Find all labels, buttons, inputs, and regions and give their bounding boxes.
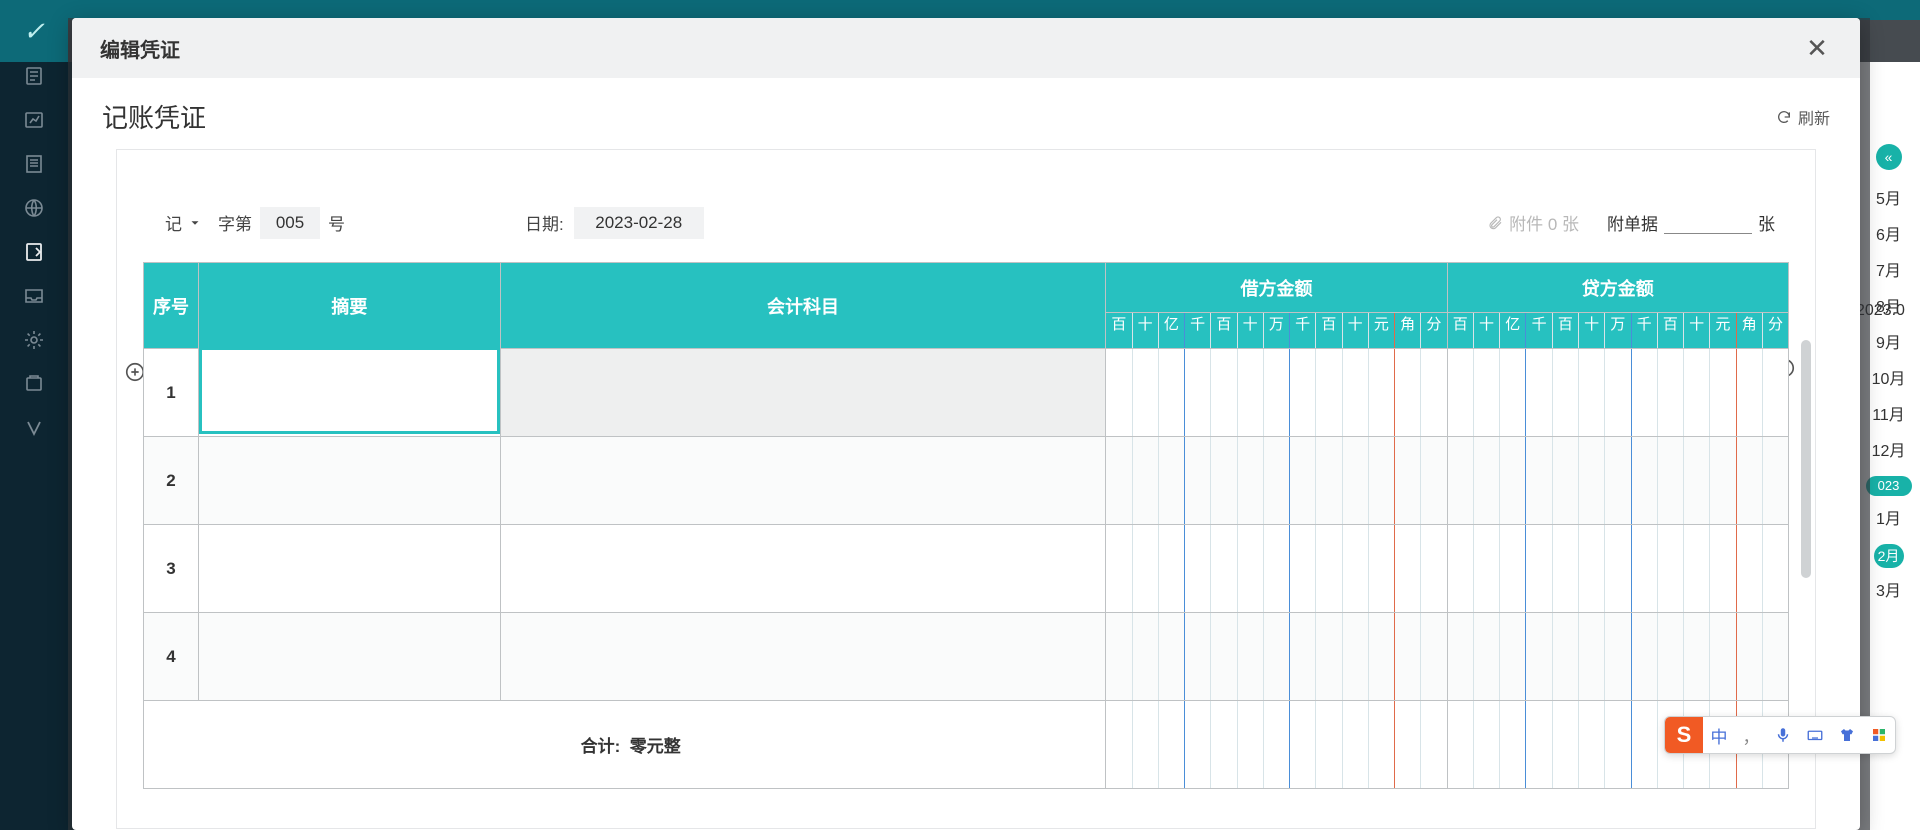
ime-toolbar[interactable]: S 中 ， — [1664, 716, 1896, 754]
ime-mic-icon[interactable] — [1767, 726, 1799, 744]
cell-summary[interactable] — [199, 525, 501, 613]
cell-account[interactable] — [500, 613, 1106, 701]
cell-seq: 4 — [144, 613, 199, 701]
table-row: 4 — [144, 613, 1789, 701]
th-debit-digits: 百十亿千百十万千百十元角分 — [1106, 313, 1447, 349]
cell-seq: 3 — [144, 525, 199, 613]
seq-prefix-label: 字第 — [218, 210, 252, 235]
total-cell: 合计: 零元整 — [144, 701, 1106, 789]
cell-debit[interactable] — [1106, 525, 1447, 613]
cell-debit[interactable] — [1106, 437, 1447, 525]
refresh-button[interactable]: 刷新 — [1776, 105, 1830, 129]
voucher-table: 序号 摘要 会计科目 借方金额 贷方金额 百十亿千百十万千百十元角分 百十亿千百… — [143, 262, 1789, 789]
nav-voucher-icon[interactable] — [22, 240, 46, 264]
nav-receipt-icon[interactable] — [22, 152, 46, 176]
slip-prefix-label: 附单据 — [1607, 210, 1658, 235]
nav-inbox-icon[interactable] — [22, 284, 46, 308]
cell-summary[interactable] — [199, 349, 501, 437]
nav-globe-icon[interactable] — [22, 196, 46, 220]
slip-count-input[interactable] — [1664, 212, 1752, 234]
voucher-card: 记 字第 005 号 日期: 2023-02-28 附件 0 张 — [116, 149, 1816, 829]
th-summary: 摘要 — [199, 263, 501, 349]
cell-account[interactable] — [500, 437, 1106, 525]
date-label: 日期: — [525, 210, 564, 235]
modal-title: 编辑凭证 — [100, 34, 180, 63]
voucher-type-select[interactable]: 记 — [157, 206, 210, 239]
cell-account[interactable] — [500, 349, 1106, 437]
period-year-pill[interactable]: 023 — [1866, 476, 1912, 496]
attachment-button[interactable]: 附件 0 张 — [1487, 210, 1579, 235]
voucher-modal: 编辑凭证 ✕ 记账凭证 刷新 记 字第 005 号 — [72, 18, 1860, 830]
th-seq: 序号 — [144, 263, 199, 349]
voucher-number-input[interactable]: 005 — [260, 207, 320, 239]
th-debit: 借方金额 — [1106, 263, 1447, 313]
cell-debit[interactable] — [1106, 613, 1447, 701]
slip-suffix-label: 张 — [1758, 210, 1775, 235]
total-debit — [1106, 701, 1447, 789]
modal-close-button[interactable]: ✕ — [1802, 33, 1832, 64]
ime-logo-icon: S — [1665, 716, 1703, 754]
table-row: 1 — [144, 349, 1789, 437]
summary-input[interactable] — [199, 347, 500, 434]
cell-credit[interactable] — [1447, 349, 1788, 437]
cell-summary[interactable] — [199, 437, 501, 525]
cell-debit[interactable] — [1106, 349, 1447, 437]
seq-suffix-label: 号 — [328, 210, 345, 235]
refresh-icon — [1776, 109, 1792, 125]
th-credit-digits: 百十亿千百十万千百十元角分 — [1447, 313, 1788, 349]
app-logo: ✓ — [0, 0, 68, 62]
nav-book-icon[interactable] — [22, 64, 46, 88]
doc-title: 记账凭证 — [102, 98, 206, 135]
ime-toolbox-icon[interactable] — [1863, 726, 1895, 744]
paperclip-icon — [1487, 215, 1503, 231]
attachment-label: 附件 0 张 — [1509, 210, 1579, 235]
caret-down-icon — [188, 216, 202, 230]
nav-v-icon[interactable] — [22, 416, 46, 440]
cell-account[interactable] — [500, 525, 1106, 613]
ime-skin-icon[interactable] — [1831, 726, 1863, 744]
modal-header: 编辑凭证 ✕ — [72, 18, 1860, 78]
ime-punct-button[interactable]: ， — [1735, 723, 1767, 748]
th-credit: 贷方金额 — [1447, 263, 1788, 313]
cell-credit[interactable] — [1447, 437, 1788, 525]
cell-seq: 2 — [144, 437, 199, 525]
period-active-month[interactable]: 2月 — [1874, 544, 1904, 568]
ime-lang-button[interactable]: 中 — [1703, 723, 1735, 748]
nav-gear-icon[interactable] — [22, 328, 46, 352]
nav-clip-icon[interactable] — [22, 372, 46, 396]
cell-credit[interactable] — [1447, 525, 1788, 613]
table-scrollbar[interactable] — [1801, 340, 1811, 578]
refresh-label: 刷新 — [1798, 105, 1830, 129]
voucher-type-label: 记 — [165, 210, 182, 235]
cell-credit[interactable] — [1447, 613, 1788, 701]
period-collapse-icon[interactable]: « — [1876, 144, 1902, 170]
table-row: 3 — [144, 525, 1789, 613]
table-row: 2 — [144, 437, 1789, 525]
ime-keyboard-icon[interactable] — [1799, 726, 1831, 744]
nav-chart-icon[interactable] — [22, 108, 46, 132]
th-account: 会计科目 — [500, 263, 1106, 349]
cell-summary[interactable] — [199, 613, 501, 701]
date-input[interactable]: 2023-02-28 — [574, 207, 704, 239]
cell-seq: 1 — [144, 349, 199, 437]
left-sidebar: ✓ — [0, 0, 68, 830]
